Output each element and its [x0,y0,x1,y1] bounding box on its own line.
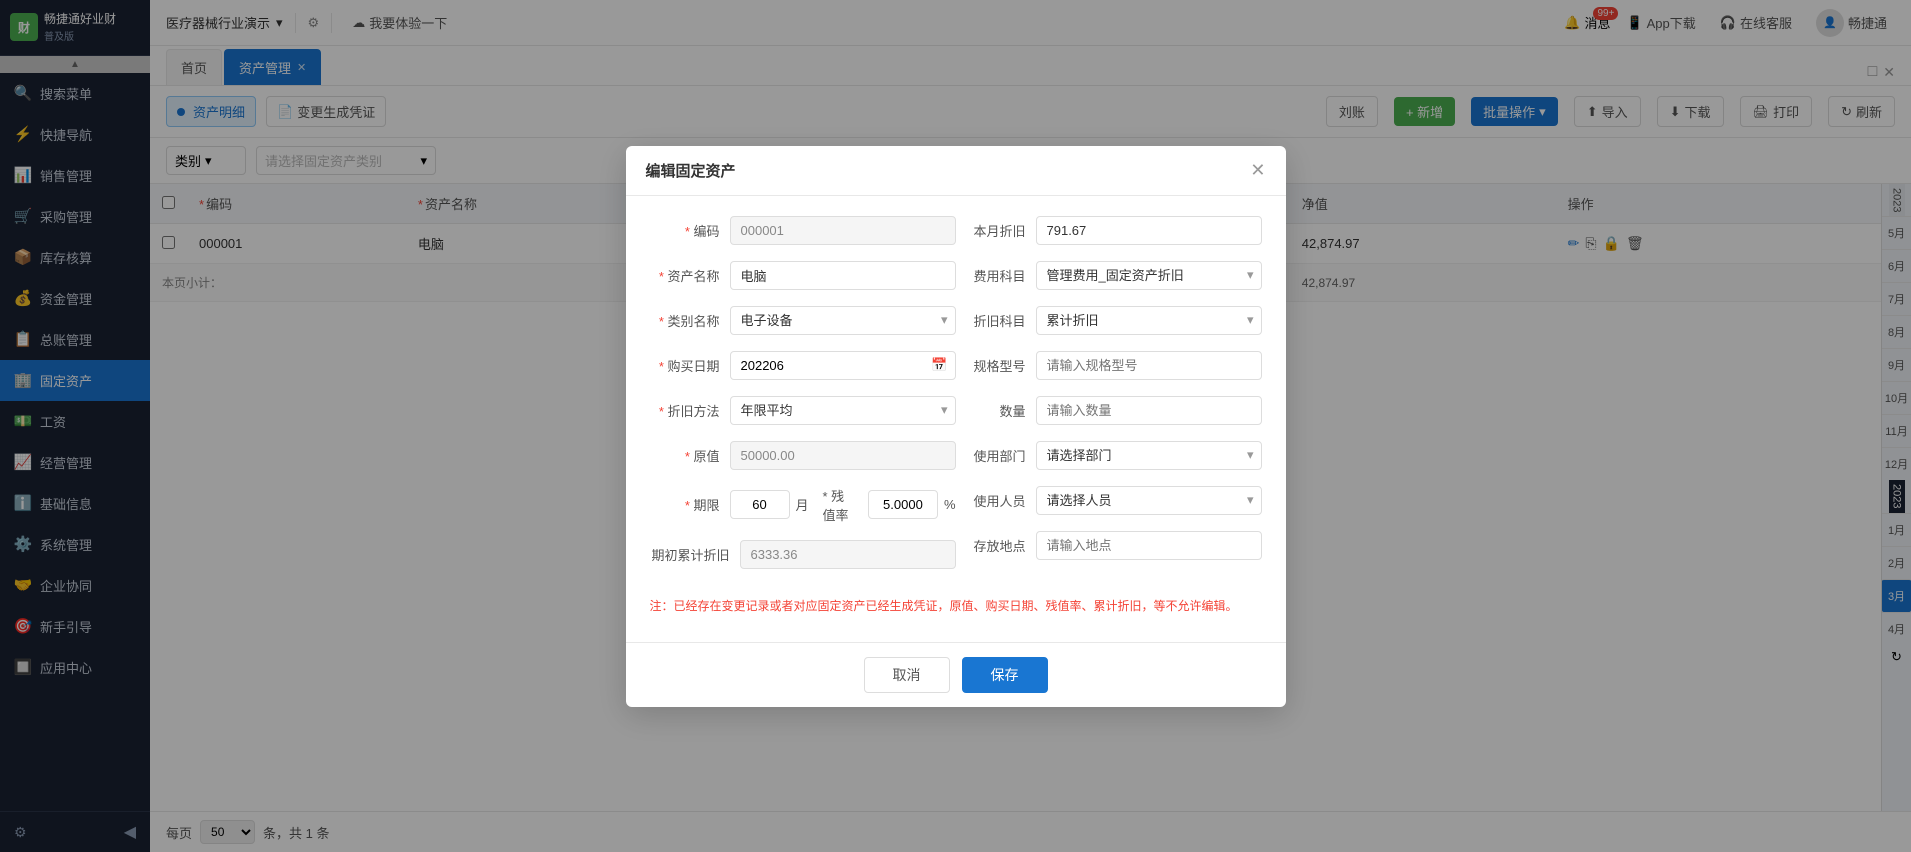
code-input[interactable] [730,216,956,245]
dialog-overlay: 编辑固定资产 ✕ * 编码 * 资产名称 [0,0,1911,852]
dep-method-select-wrap: 年限平均 ▾ [730,396,956,425]
period-residual-inline: 月 * 残值率 % [730,486,956,524]
residual-rate-label: * 残值率 [823,486,854,524]
initial-accum-dep-row: 期初累计折旧 [650,540,956,569]
location-row: 存放地点 [956,531,1262,560]
dep-method-row: * 折旧方法 年限平均 ▾ [650,396,956,425]
category-select[interactable]: 电子设备 [730,306,956,335]
monthly-dep-label: 本月折旧 [956,221,1036,240]
monthly-dep-input[interactable] [1036,216,1262,245]
residual-rate-input[interactable] [868,490,938,519]
dep-account-select[interactable]: 累计折旧 [1036,306,1262,335]
dialog-footer: 取消 保存 [626,642,1286,707]
location-label: 存放地点 [956,536,1036,555]
expense-account-label: 费用科目 [956,266,1036,285]
category-label: * 类别名称 [650,311,730,330]
expense-account-select[interactable]: 管理费用_固定资产折旧 [1036,261,1262,290]
period-label: * 期限 [650,495,730,514]
period-input[interactable] [730,490,790,519]
category-select-wrap: 电子设备 ▾ [730,306,956,335]
quantity-label: 数量 [956,401,1036,420]
spec-row: 规格型号 [956,351,1262,380]
expense-account-wrap: 管理费用_固定资产折旧 ▾ [1036,261,1262,290]
form-right-col: 本月折旧 费用科目 管理费用_固定资产折旧 ▾ [956,216,1262,585]
purchase-date-wrap: 📅 [730,351,956,380]
dialog-header: 编辑固定资产 ✕ [626,146,1286,196]
purchase-date-row: * 购买日期 📅 [650,351,956,380]
code-label: * 编码 [650,221,730,240]
save-button[interactable]: 保存 [962,657,1048,693]
category-row: * 类别名称 电子设备 ▾ [650,306,956,335]
asset-name-input[interactable] [730,261,956,290]
original-value-label: * 原值 [650,446,730,465]
dep-account-row: 折旧科目 累计折旧 ▾ [956,306,1262,335]
calendar-icon[interactable]: 📅 [931,357,947,373]
dep-account-label: 折旧科目 [956,311,1036,330]
spec-label: 规格型号 [956,356,1036,375]
dialog-body: * 编码 * 资产名称 * 类别名称 电子设备 [626,196,1286,642]
code-row: * 编码 [650,216,956,245]
quantity-input[interactable] [1036,396,1262,425]
form-grid: * 编码 * 资产名称 * 类别名称 电子设备 [650,216,1262,585]
initial-accum-dep-input[interactable] [740,540,956,569]
user-row: 使用人员 请选择人员 ▾ [956,486,1262,515]
department-row: 使用部门 请选择部门 ▾ [956,441,1262,470]
period-unit: 月 [796,495,809,514]
asset-name-row: * 资产名称 [650,261,956,290]
dialog-title: 编辑固定资产 [646,160,736,181]
dep-method-label: * 折旧方法 [650,401,730,420]
period-residual-row: * 期限 月 * 残值率 % [650,486,956,524]
dialog-close-button[interactable]: ✕ [1250,160,1265,181]
quantity-row: 数量 [956,396,1262,425]
initial-accum-dep-label: 期初累计折旧 [650,545,740,564]
residual-unit: % [944,497,956,512]
department-select[interactable]: 请选择部门 [1036,441,1262,470]
edit-fixed-asset-dialog: 编辑固定资产 ✕ * 编码 * 资产名称 [626,146,1286,707]
original-value-input[interactable] [730,441,956,470]
user-select[interactable]: 请选择人员 [1036,486,1262,515]
purchase-date-input[interactable] [730,351,956,380]
form-note: 注：已经存在变更记录或者对应固定资产已经生成凭证，原值、购买日期、残值率、累计折… [650,589,1262,622]
user-wrap: 请选择人员 ▾ [1036,486,1262,515]
asset-name-label: * 资产名称 [650,266,730,285]
form-left-col: * 编码 * 资产名称 * 类别名称 电子设备 [650,216,956,585]
department-wrap: 请选择部门 ▾ [1036,441,1262,470]
expense-account-row: 费用科目 管理费用_固定资产折旧 ▾ [956,261,1262,290]
dep-account-wrap: 累计折旧 ▾ [1036,306,1262,335]
dep-method-select[interactable]: 年限平均 [730,396,956,425]
location-input[interactable] [1036,531,1262,560]
department-label: 使用部门 [956,446,1036,465]
monthly-dep-row: 本月折旧 [956,216,1262,245]
purchase-date-label: * 购买日期 [650,356,730,375]
cancel-button[interactable]: 取消 [864,657,950,693]
spec-input[interactable] [1036,351,1262,380]
original-value-row: * 原值 [650,441,956,470]
user-label: 使用人员 [956,491,1036,510]
